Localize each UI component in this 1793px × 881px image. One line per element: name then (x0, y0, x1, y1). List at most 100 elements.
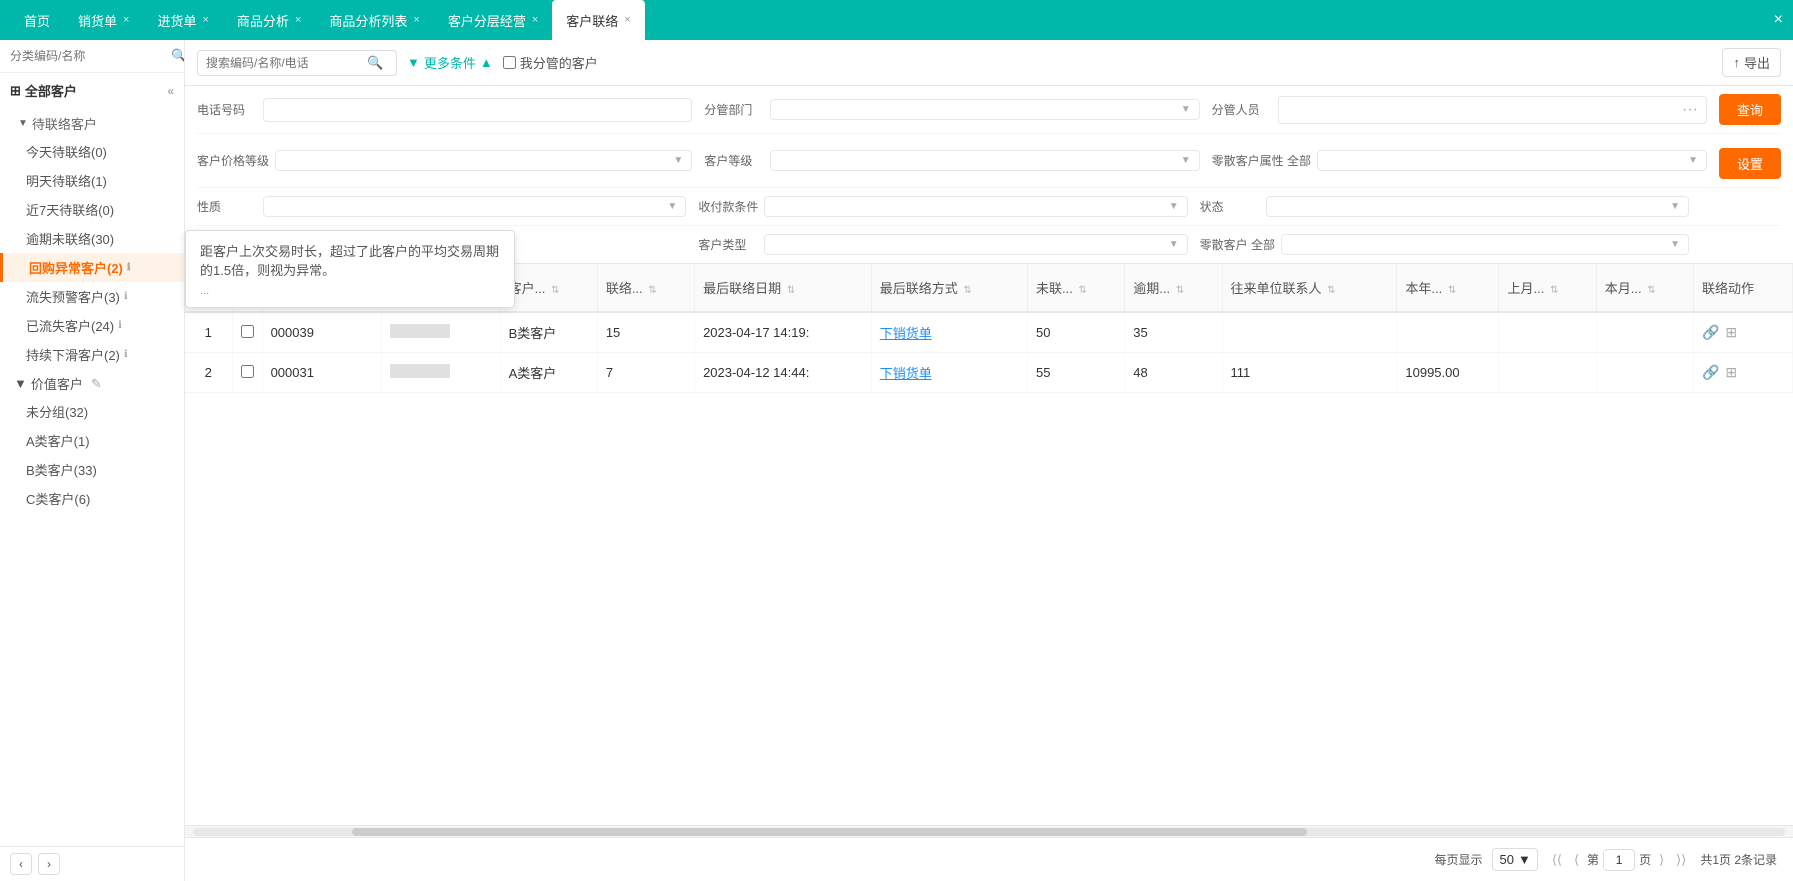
nav-customer-contact-close[interactable]: × (624, 14, 630, 26)
sort-icon-this-month[interactable]: ⇅ (1647, 285, 1655, 296)
nav-product-analysis[interactable]: 商品分析 × (223, 0, 315, 40)
next-page-btn[interactable]: ⟩ (1655, 850, 1668, 870)
sidebar-item-c-class[interactable]: C类客户(6) (0, 484, 184, 513)
row2-method-link[interactable]: 下销货单 (880, 366, 932, 381)
nav-home[interactable]: 首页 (10, 0, 64, 40)
sidebar-item-loss-warning[interactable]: 流失预警客户(3) ℹ (0, 282, 184, 311)
th-last-method-label: 最后联络方式 (880, 281, 958, 296)
sidebar-item-declining[interactable]: 持续下滑客户(2) ℹ (0, 340, 184, 369)
nav-product-analysis-close[interactable]: × (295, 14, 301, 26)
sidebar-item-anomaly[interactable]: 回购异常客户(2) ℹ (0, 253, 184, 282)
dept-select[interactable]: ▼ (770, 99, 1199, 120)
sort-icon-last-method[interactable]: ⇅ (963, 285, 971, 296)
sort-icon-no-contact[interactable]: ⇅ (1078, 285, 1086, 296)
customer-type-select[interactable]: ▼ (764, 234, 1187, 255)
value-edit-icon[interactable]: ✎ (91, 376, 102, 392)
per-page-select[interactable]: 50 ▼ (1492, 848, 1537, 871)
sidebar-item-b-class[interactable]: B类客户(33) (0, 455, 184, 484)
nav-sales[interactable]: 销货单 × (64, 0, 143, 40)
nav-customer-tier-label: 客户分层经营 (448, 11, 526, 30)
sort-icon-type[interactable]: ⇅ (551, 285, 559, 296)
row1-code: 000039 (262, 312, 381, 353)
sort-icon-partner-contact[interactable]: ⇅ (1327, 285, 1335, 296)
7days-label: 近7天待联络(0) (26, 200, 114, 219)
nav-product-list-close[interactable]: × (413, 14, 419, 26)
sidebar-value-group[interactable]: ▼ 价值客户 ✎ (0, 369, 184, 397)
th-partner-contact: 往来单位联系人 ⇅ (1222, 264, 1397, 312)
search-icon[interactable]: 🔍 (367, 55, 383, 71)
loss-warning-info-icon: ℹ (124, 291, 128, 302)
per-page-label: 每页显示 (1434, 851, 1482, 868)
sidebar-pending-group[interactable]: ▼ 待联络客户 (0, 108, 184, 137)
settings-button[interactable]: 设置 (1719, 148, 1781, 179)
row2-overdue: 48 (1125, 353, 1222, 393)
manager-select[interactable]: ··· (1278, 96, 1707, 124)
sidebar-search-bar: 🔍 (0, 40, 184, 73)
sidebar-left-btn[interactable]: ‹ (10, 853, 32, 875)
my-customers-check[interactable] (503, 56, 516, 69)
row2-name (381, 353, 500, 393)
sidebar-item-overdue[interactable]: 逾期未联络(30) (0, 224, 184, 253)
row1-action-icons: 🔗 ⊞ (1702, 324, 1784, 341)
row2-num: 2 (185, 353, 232, 393)
row2-grid-icon[interactable]: ⊞ (1725, 364, 1737, 381)
search-input[interactable] (206, 56, 361, 70)
sort-icon-contacts[interactable]: ⇅ (648, 285, 656, 296)
status-select[interactable]: ▼ (1266, 196, 1689, 217)
sidebar-item-ungraded[interactable]: 未分组(32) (0, 397, 184, 426)
row2-link-icon[interactable]: 🔗 (1702, 364, 1719, 381)
phone-input[interactable] (263, 98, 692, 122)
nav-customer-contact[interactable]: 客户联络 × (552, 0, 644, 40)
nav-customer-tier-close[interactable]: × (532, 14, 538, 26)
sort-icon-this-year[interactable]: ⇅ (1448, 285, 1456, 296)
row1-grid-icon[interactable]: ⊞ (1725, 324, 1737, 341)
sidebar-item-7days[interactable]: 近7天待联络(0) (0, 195, 184, 224)
row1-method-link[interactable]: 下销货单 (880, 326, 932, 341)
nav-purchase-close[interactable]: × (202, 14, 208, 26)
horizontal-scrollbar[interactable] (185, 825, 1793, 837)
nav-customer-tier[interactable]: 客户分层经营 × (434, 0, 552, 40)
first-page-btn[interactable]: ⟨⟨ (1548, 850, 1566, 870)
nav-product-list[interactable]: 商品分析列表 × (315, 0, 433, 40)
sidebar-all-customers[interactable]: ⊞ 全部客户 « (0, 73, 184, 108)
retail-attr-select[interactable]: ▼ (1317, 150, 1707, 171)
scroll-thumb[interactable] (352, 828, 1307, 836)
sidebar-search-icon[interactable]: 🔍 (171, 48, 185, 64)
export-button[interactable]: ↑ 导出 (1722, 48, 1781, 77)
nav-purchase[interactable]: 进货单 × (143, 0, 222, 40)
last-page-btn[interactable]: ⟩⟩ (1672, 850, 1690, 870)
price-level-select[interactable]: ▼ (275, 150, 692, 171)
customer-level-select[interactable]: ▼ (770, 150, 1199, 171)
sidebar-right-btn[interactable]: › (38, 853, 60, 875)
declining-info-icon: ℹ (124, 349, 128, 360)
nav-sales-close[interactable]: × (123, 14, 129, 26)
row2-action: 🔗 ⊞ (1693, 353, 1792, 393)
row2-check[interactable] (241, 365, 254, 378)
sidebar-item-today[interactable]: 今天待联络(0) (0, 137, 184, 166)
prev-page-btn[interactable]: ⟨ (1570, 850, 1583, 870)
sidebar-item-lost[interactable]: 已流失客户(24) ℹ (0, 311, 184, 340)
sort-icon-last-date[interactable]: ⇅ (787, 285, 795, 296)
th-last-method: 最后联络方式 ⇅ (871, 264, 1027, 312)
nav-purchase-label: 进货单 (157, 11, 196, 30)
sidebar-item-tomorrow[interactable]: 明天待联络(1) (0, 166, 184, 195)
nav-close-all[interactable]: × (1774, 11, 1783, 29)
row1-link-icon[interactable]: 🔗 (1702, 324, 1719, 341)
my-customers-checkbox[interactable]: 我分管的客户 (503, 53, 598, 72)
payment-select[interactable]: ▼ (764, 196, 1187, 217)
sort-icon-last-month[interactable]: ⇅ (1550, 285, 1558, 296)
th-no-contact: 未联... ⇅ (1028, 264, 1125, 312)
row2-this-year: 10995.00 (1397, 353, 1499, 393)
retail-customer-select[interactable]: ▼ (1281, 234, 1689, 255)
sidebar-collapse-icon[interactable]: « (167, 84, 174, 98)
row1-last-date: 2023-04-17 14:19: (695, 312, 872, 353)
page-input[interactable] (1603, 849, 1635, 871)
filter-more-conditions[interactable]: ▼ 更多条件 ▲ (407, 53, 493, 72)
sort-icon-overdue[interactable]: ⇅ (1176, 285, 1184, 296)
th-this-year-label: 本年... (1405, 281, 1442, 296)
row1-check[interactable] (241, 325, 254, 338)
nature-select[interactable]: ▼ (263, 196, 686, 217)
sidebar-search-input[interactable] (10, 49, 165, 63)
query-button[interactable]: 查询 (1719, 94, 1781, 125)
sidebar-item-a-class[interactable]: A类客户(1) (0, 426, 184, 455)
